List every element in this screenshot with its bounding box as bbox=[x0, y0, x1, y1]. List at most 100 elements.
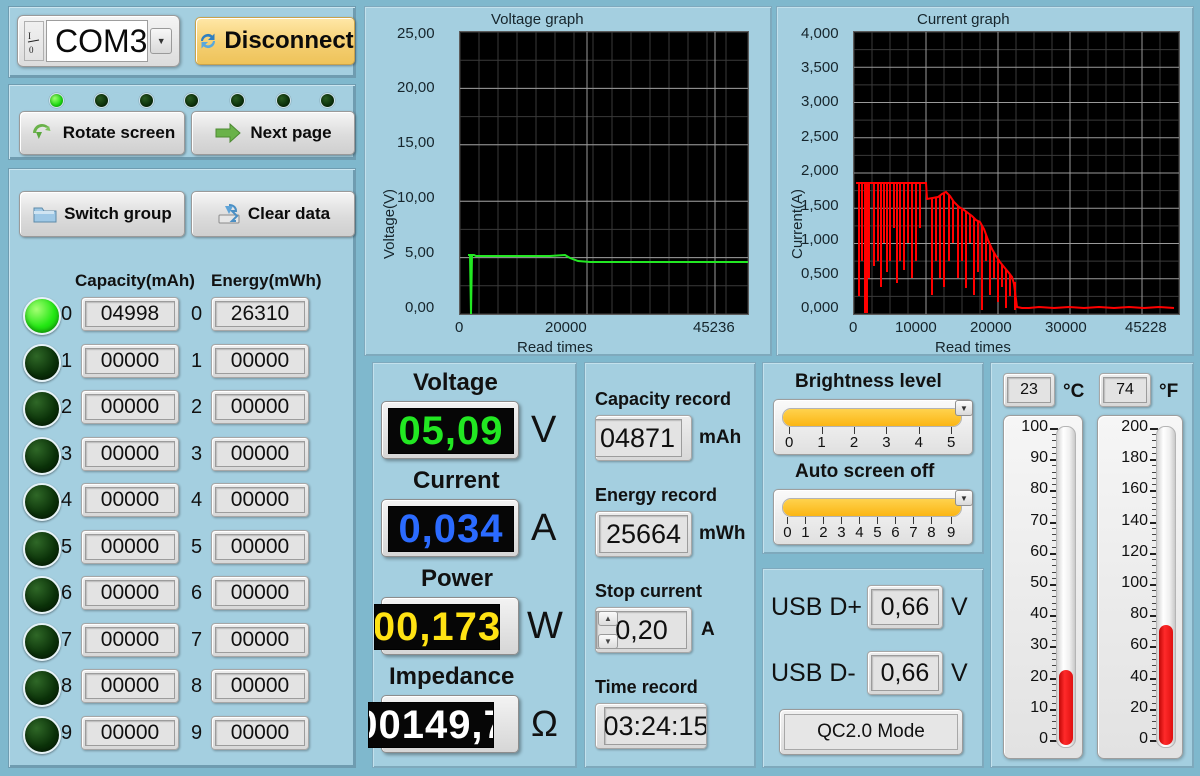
chevron-down-icon[interactable]: ▼ bbox=[150, 28, 172, 54]
energy-text-3: 00000 bbox=[215, 440, 305, 467]
group-led-6[interactable] bbox=[23, 576, 61, 614]
capacity-record-unit: mAh bbox=[699, 427, 742, 448]
energy-value-4[interactable]: 00000 bbox=[211, 483, 309, 517]
capacity-value-6[interactable]: 00000 bbox=[81, 576, 179, 610]
group-led-3[interactable] bbox=[23, 436, 61, 475]
com-port-value[interactable]: COM3 bbox=[45, 20, 149, 62]
group-led-8[interactable] bbox=[23, 669, 61, 707]
usb-dminus-value: 0,66 bbox=[871, 655, 939, 691]
rotate-screen-button[interactable]: Rotate screen bbox=[19, 111, 185, 155]
brightness-track[interactable]: ▼ bbox=[782, 400, 973, 427]
switch-group-button[interactable]: Switch group bbox=[19, 191, 185, 237]
current-graph-panel: Current graph Current(A) Read times 4,00… bbox=[776, 6, 1194, 356]
group-led-1[interactable] bbox=[23, 343, 61, 382]
energy-value-5[interactable]: 00000 bbox=[211, 529, 309, 564]
next-page-button[interactable]: Next page bbox=[191, 111, 355, 155]
energy-text-7: 00000 bbox=[215, 626, 305, 653]
group-index-energy-9: 9 bbox=[191, 721, 203, 744]
qc-mode-button[interactable]: QC2.0 Mode bbox=[779, 709, 963, 755]
group-led-7[interactable] bbox=[23, 622, 61, 661]
capacity-value-0[interactable]: 04998 bbox=[81, 297, 179, 331]
capacity-record-label: Capacity record bbox=[595, 389, 732, 409]
usb-dplus-label: USB D+ bbox=[771, 593, 863, 621]
time-record-field[interactable]: 03:24:15 bbox=[595, 703, 707, 749]
capacity-value-8[interactable]: 00000 bbox=[81, 669, 179, 703]
energy-value-9[interactable]: 00000 bbox=[211, 715, 309, 750]
capacity-value-3[interactable]: 00000 bbox=[81, 436, 179, 471]
voltage-xtick-20000: 20000 bbox=[545, 319, 587, 336]
fahrenheit-tick-80: 80 bbox=[1130, 605, 1148, 623]
current-plot-area[interactable] bbox=[853, 31, 1180, 315]
capacity-text-2: 00000 bbox=[85, 394, 175, 420]
auto-screen-off-label: Auto screen off bbox=[795, 461, 935, 482]
energy-value-7[interactable]: 00000 bbox=[211, 622, 309, 657]
group-led-5[interactable] bbox=[23, 529, 61, 568]
capacity-column-header: Capacity(mAh) bbox=[75, 271, 195, 290]
disconnect-button[interactable]: Disconnect bbox=[195, 17, 355, 65]
group-led-9[interactable] bbox=[23, 715, 61, 754]
usb-dplus-field[interactable]: 0,66 bbox=[867, 585, 943, 629]
group-led-0[interactable] bbox=[23, 297, 61, 335]
group-index-energy-0: 0 bbox=[191, 303, 203, 325]
com-port-select[interactable]: I 0 COM3 ▼ bbox=[17, 15, 180, 67]
auto-screen-off-track[interactable]: ▼ bbox=[782, 490, 973, 517]
energy-value-6[interactable]: 00000 bbox=[211, 576, 309, 610]
capacity-value-4[interactable]: 00000 bbox=[81, 483, 179, 517]
group-led-4[interactable] bbox=[23, 483, 61, 521]
spinner-up-icon[interactable]: ▲ bbox=[598, 611, 618, 626]
rotate-arrow-icon bbox=[29, 120, 55, 146]
current-ytick-3000: 3,000 bbox=[801, 93, 839, 110]
energy-value-1[interactable]: 00000 bbox=[211, 343, 309, 378]
current-readout-unit: A bbox=[531, 507, 557, 549]
energy-value-0[interactable]: 26310 bbox=[211, 297, 309, 331]
current-ytick-0500: 0,500 bbox=[801, 265, 839, 282]
impedance-readout-label: Impedance bbox=[389, 663, 515, 690]
capacity-value-2[interactable]: 00000 bbox=[81, 390, 179, 424]
fahrenheit-thermometer: 200 180 160 140 120 100 80 60 40 20 0 bbox=[1097, 415, 1183, 759]
energy-text-6: 00000 bbox=[215, 580, 305, 606]
celsius-tick-30: 30 bbox=[1030, 636, 1048, 654]
impedance-readout-value: 00149,7 bbox=[368, 702, 494, 748]
stop-current-unit: A bbox=[701, 619, 715, 640]
fahrenheit-field[interactable]: 74 bbox=[1099, 373, 1151, 407]
stop-current-spinner[interactable]: ▲ ▼ bbox=[596, 608, 618, 652]
impedance-readout: 00149,7 bbox=[368, 695, 519, 753]
energy-value-2[interactable]: 00000 bbox=[211, 390, 309, 424]
capacity-value-7[interactable]: 00000 bbox=[81, 622, 179, 657]
voltage-plot-area[interactable] bbox=[459, 31, 749, 315]
fahrenheit-value: 74 bbox=[1103, 377, 1147, 403]
brightness-slider[interactable]: ▼ 0 1 2 3 4 5 bbox=[773, 399, 973, 455]
capacity-value-1[interactable]: 00000 bbox=[81, 343, 179, 378]
stop-current-field[interactable]: ▲ ▼ 0,20 bbox=[595, 607, 692, 653]
capacity-value-5[interactable]: 00000 bbox=[81, 529, 179, 564]
group-led-2[interactable] bbox=[23, 390, 61, 428]
usb-dminus-field[interactable]: 0,66 bbox=[867, 651, 943, 695]
celsius-tick-70: 70 bbox=[1030, 511, 1048, 529]
current-ytick-0000: 0,000 bbox=[801, 299, 839, 316]
led-4 bbox=[230, 93, 245, 108]
clear-data-button[interactable]: Clear data bbox=[191, 191, 355, 237]
celsius-tick-0: 0 bbox=[1039, 730, 1048, 747]
spinner-down-icon[interactable]: ▼ bbox=[598, 634, 618, 649]
aso-tick-6: 6 bbox=[891, 524, 900, 541]
fahrenheit-tick-40: 40 bbox=[1130, 667, 1148, 685]
capacity-value-9[interactable]: 00000 bbox=[81, 715, 179, 750]
voltage-ytick-5: 5,00 bbox=[405, 244, 435, 261]
rotate-screen-label: Rotate screen bbox=[62, 123, 176, 142]
celsius-thermometer: 100 90 80 70 60 50 40 30 20 10 0 bbox=[1003, 415, 1083, 759]
auto-screen-off-slider[interactable]: ▼ 0 1 2 3 4 5 6 7 8 9 bbox=[773, 489, 973, 545]
led-3 bbox=[184, 93, 199, 108]
current-readout-label: Current bbox=[413, 467, 500, 494]
energy-record-field[interactable]: 25664 bbox=[595, 511, 692, 557]
capacity-record-field[interactable]: 04871 bbox=[595, 415, 692, 461]
brightness-thumb[interactable]: ▼ bbox=[955, 400, 973, 416]
capacity-text-7: 00000 bbox=[85, 626, 175, 653]
voltage-readout-label: Voltage bbox=[413, 369, 498, 396]
group-index-capacity-5: 5 bbox=[61, 535, 73, 558]
celsius-field[interactable]: 23 bbox=[1003, 373, 1055, 407]
energy-value-8[interactable]: 00000 bbox=[211, 669, 309, 703]
group-index-capacity-9: 9 bbox=[61, 721, 73, 744]
capacity-record-value: 04871 bbox=[596, 419, 682, 457]
auto-screen-off-thumb[interactable]: ▼ bbox=[955, 490, 973, 506]
energy-value-3[interactable]: 00000 bbox=[211, 436, 309, 471]
